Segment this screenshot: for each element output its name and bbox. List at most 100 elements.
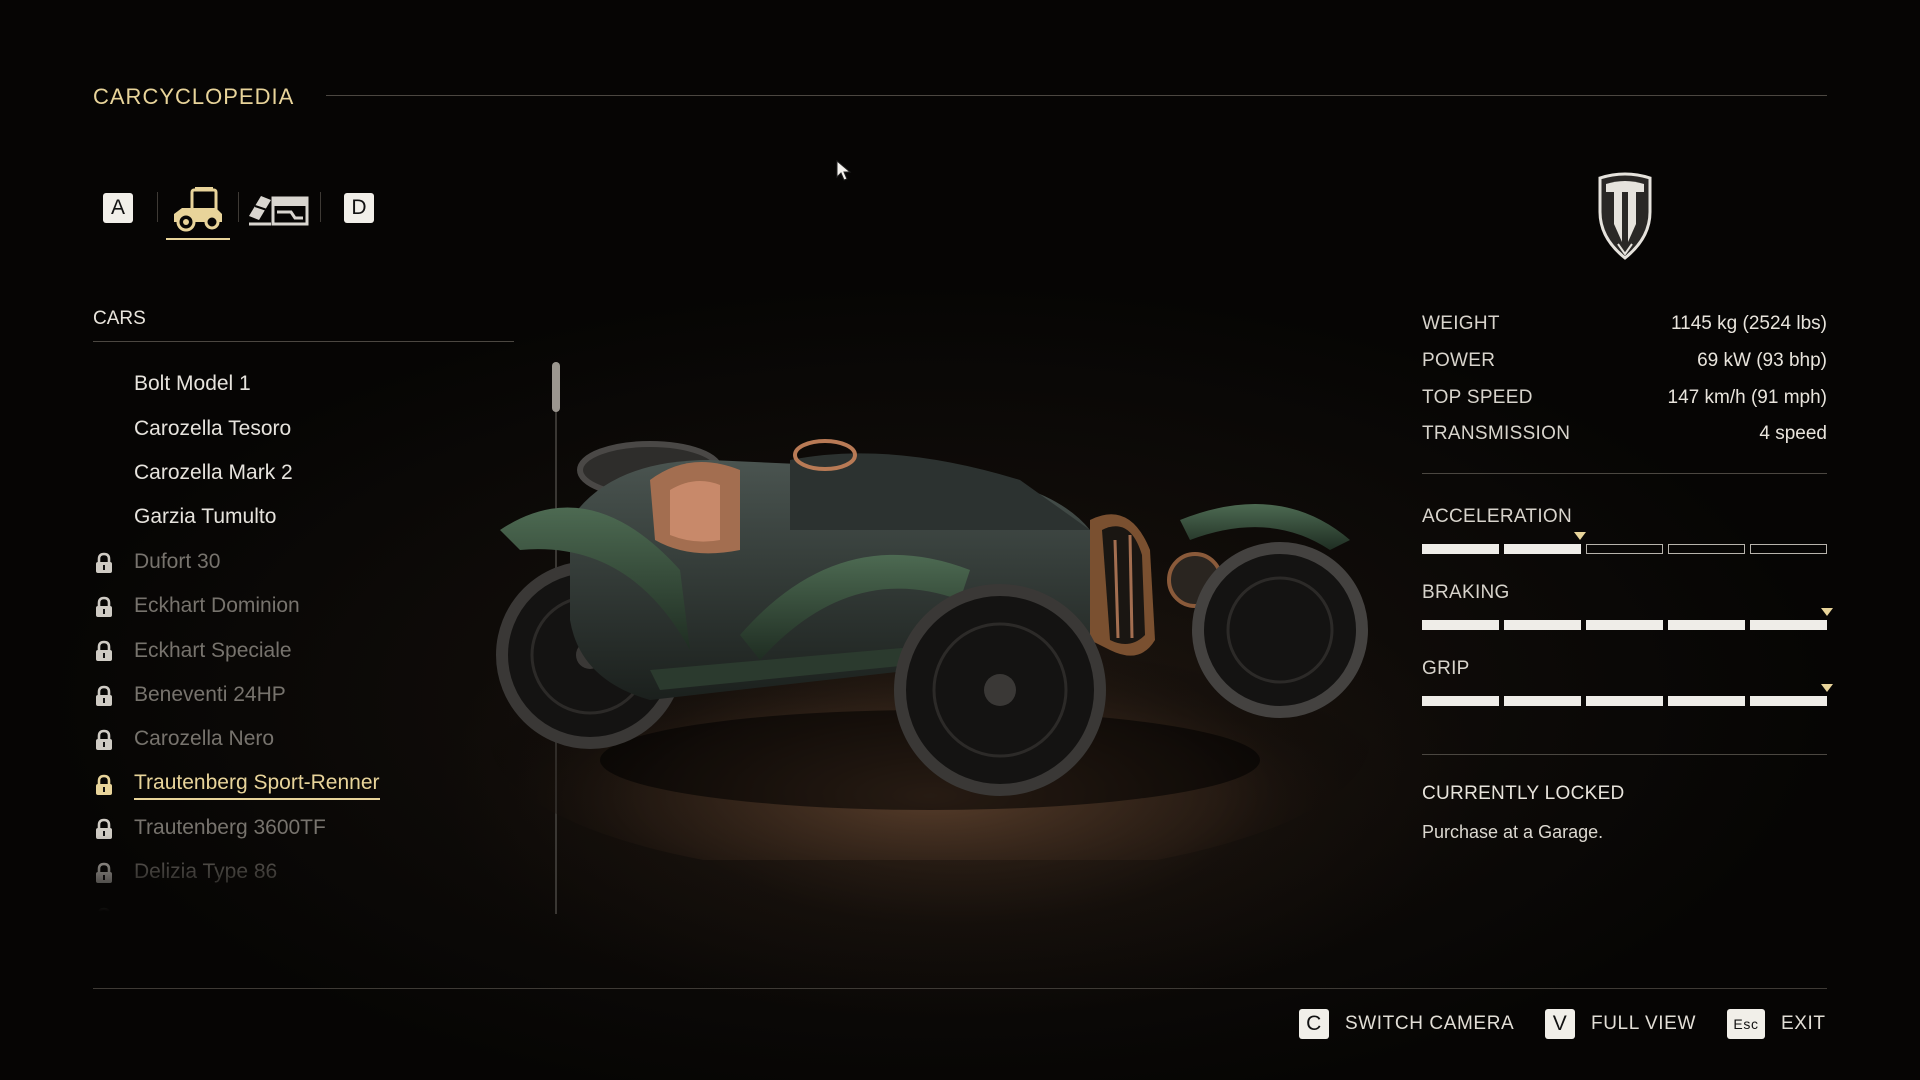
stat-label: TRANSMISSION <box>1422 423 1571 445</box>
stat-row: TRANSMISSION 4 speed <box>1422 416 1827 453</box>
brand-emblem <box>1594 172 1656 267</box>
selected-tab-indicator <box>166 238 230 240</box>
stat-row: POWER 69 kW (93 bhp) <box>1422 343 1827 380</box>
stat-row: WEIGHT 1145 kg (2524 lbs) <box>1422 306 1827 343</box>
performance-meter: ACCELERATION <box>1422 506 1827 556</box>
shield-emblem-icon <box>1598 172 1652 260</box>
prev-category-key[interactable]: A <box>103 193 133 223</box>
lock-icon <box>96 862 112 884</box>
car-name: Carozella Mark 2 <box>134 460 293 484</box>
mouse-cursor-icon <box>836 160 852 181</box>
lock-icon <box>96 818 112 839</box>
car-stats-list: WEIGHT 1145 kg (2524 lbs) POWER 69 kW (93 b… <box>1422 306 1827 453</box>
meter-segment <box>1586 696 1663 706</box>
lock-icon <box>96 729 112 751</box>
car-list-item[interactable]: Beneventi 24HP <box>93 673 533 717</box>
cars-section-divider <box>93 341 514 342</box>
lock-icon <box>97 907 111 912</box>
car-list-item[interactable]: Carozella Nero <box>93 717 533 761</box>
lock-icon <box>96 774 112 795</box>
meter-bar <box>1422 608 1833 632</box>
car-icon <box>174 187 222 232</box>
meter-marker-icon <box>1821 608 1833 616</box>
car-name: Eckhart Dominion <box>134 594 300 618</box>
car-list-item[interactable]: Delizia Type 86 <box>93 850 533 894</box>
garage-icon <box>249 196 309 226</box>
tab-separator <box>320 192 321 222</box>
performance-divider <box>1422 754 1827 755</box>
car-list-item[interactable]: Carozella Tesoro <box>93 406 533 450</box>
car-name: Beneventi 24HP <box>134 682 286 706</box>
switch-camera-action[interactable]: C SWITCH CAMERA <box>1299 1009 1514 1039</box>
page-title: CARCYCLOPEDIA <box>93 84 295 109</box>
meter-segment <box>1750 544 1827 554</box>
stat-value: 69 kW (93 bhp) <box>1697 350 1827 372</box>
meter-marker-icon <box>1821 684 1833 692</box>
meter-segment <box>1750 620 1827 630</box>
carcyclopedia-screen: CARCYCLOPEDIA A D CARS Bolt Model 1 Caro… <box>0 0 1920 1080</box>
full-view-key: V <box>1545 1009 1575 1039</box>
meter-bar <box>1422 684 1833 708</box>
meter-segment <box>1422 544 1499 554</box>
car-name: Delizia Type 86 <box>134 860 278 884</box>
meter-marker-icon <box>1574 532 1586 540</box>
car-name: Eckhart Speciale <box>134 638 292 662</box>
footer-divider <box>93 988 1827 989</box>
meter-segment <box>1586 544 1663 554</box>
full-view-label: FULL VIEW <box>1591 1013 1696 1034</box>
meter-segment <box>1668 544 1745 554</box>
stat-value: 147 km/h (91 mph) <box>1667 386 1827 408</box>
performance-label: ACCELERATION <box>1422 506 1572 527</box>
switch-camera-label: SWITCH CAMERA <box>1345 1013 1515 1034</box>
meter-segment <box>1422 696 1499 706</box>
lock-icon <box>96 641 112 662</box>
stat-row: TOP SPEED 147 km/h (91 mph) <box>1422 379 1827 416</box>
performance-label: GRIP <box>1422 658 1470 679</box>
meter-segment <box>1504 696 1581 706</box>
car-name: Bolt Model 1 <box>134 372 251 396</box>
tab-cars[interactable] <box>165 176 231 240</box>
cars-section-title: CARS <box>93 308 146 329</box>
next-category-key[interactable]: D <box>344 193 374 223</box>
meter-segment <box>1668 696 1745 706</box>
car-name: Garzia Tumulto <box>134 505 277 529</box>
switch-camera-key: C <box>1299 1009 1329 1039</box>
car-list-item[interactable]: Dufort 30 <box>93 540 533 584</box>
stat-value: 1145 kg (2524 lbs) <box>1671 313 1827 335</box>
stat-label: POWER <box>1422 350 1496 372</box>
car-list-item[interactable] <box>93 895 533 912</box>
stats-divider <box>1422 473 1827 474</box>
car-list-item[interactable]: Trautenberg 3600TF <box>93 806 533 850</box>
header-divider <box>326 95 1827 96</box>
meter-segment <box>1504 544 1581 554</box>
tab-separator <box>238 192 239 222</box>
performance-meter: GRIP <box>1422 658 1833 708</box>
car-list[interactable]: Bolt Model 1 Carozella Tesoro Carozella Ma… <box>93 362 533 912</box>
car-list-item[interactable]: Eckhart Dominion <box>93 584 533 628</box>
car-name: Trautenberg 3600TF <box>134 816 326 840</box>
exit-action[interactable]: Esc EXIT <box>1727 1009 1826 1039</box>
full-view-action[interactable]: V FULL VIEW <box>1545 1009 1696 1039</box>
exit-label: EXIT <box>1781 1013 1826 1034</box>
lock-icon <box>96 596 112 617</box>
tab-separator <box>157 192 158 222</box>
vintage-race-car-image <box>490 439 1370 880</box>
tab-garage[interactable] <box>246 176 312 240</box>
performance-meter: BRAKING <box>1422 582 1833 632</box>
car-list-item[interactable]: Bolt Model 1 <box>93 362 533 406</box>
car-name: Carozella Tesoro <box>134 416 292 440</box>
meter-segment <box>1668 620 1745 630</box>
meter-segment <box>1750 696 1827 706</box>
car-list-item[interactable]: Garzia Tumulto <box>93 495 533 539</box>
exit-key: Esc <box>1727 1009 1765 1039</box>
car-list-item[interactable]: Trautenberg Sport-Renner <box>93 762 533 806</box>
meter-bar <box>1422 532 1827 556</box>
performance-label: BRAKING <box>1422 582 1510 603</box>
stat-label: WEIGHT <box>1422 313 1500 335</box>
lock-status-hint: Purchase at a Garage. <box>1422 822 1604 842</box>
car-render[interactable] <box>490 400 1370 880</box>
car-list-item[interactable]: Carozella Mark 2 <box>93 451 533 495</box>
car-list-item[interactable]: Eckhart Speciale <box>93 628 533 672</box>
stat-label: TOP SPEED <box>1422 386 1533 408</box>
lock-icon <box>96 685 112 706</box>
